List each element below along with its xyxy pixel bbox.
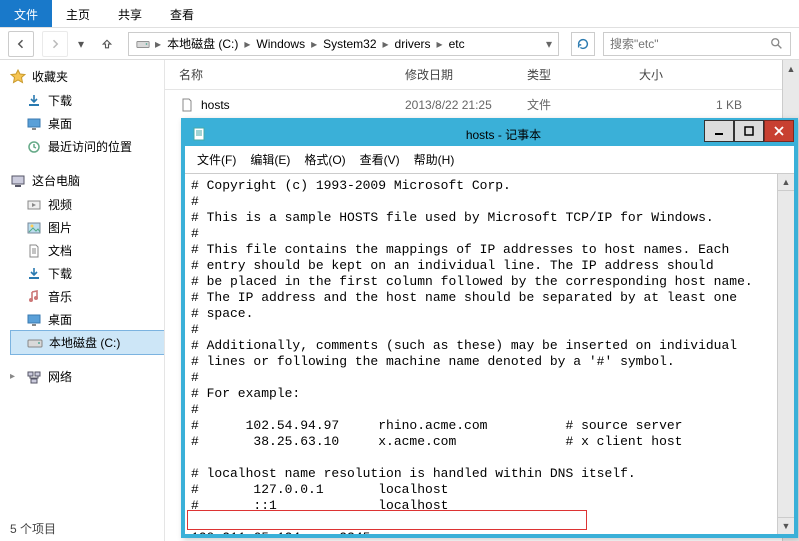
column-headers[interactable]: 名称 修改日期 类型 大小 [165, 60, 782, 90]
sidebar-item-drive-c[interactable]: 本地磁盘 (C:) [10, 330, 164, 355]
chevron-right-icon: ▸ [10, 371, 20, 382]
music-icon [26, 289, 42, 305]
ribbon-tabs: 文件 主页 共享 查看 [0, 0, 799, 28]
breadcrumb-dropdown[interactable]: ▾ [546, 37, 552, 51]
video-icon [26, 197, 42, 213]
menu-edit[interactable]: 编辑(E) [244, 149, 296, 170]
documents-icon [26, 243, 42, 259]
minimize-button[interactable] [704, 120, 734, 142]
download-icon [26, 266, 42, 282]
desktop-icon [26, 116, 42, 132]
menu-view[interactable]: 查看(V) [354, 149, 406, 170]
menu-help[interactable]: 帮助(H) [408, 149, 461, 170]
notepad-menubar: 文件(F) 编辑(E) 格式(O) 查看(V) 帮助(H) [185, 146, 794, 174]
breadcrumb-part[interactable]: 本地磁盘 (C:) [165, 33, 240, 54]
sidebar-item-documents[interactable]: 文档 [10, 239, 164, 262]
breadcrumb-part[interactable]: System32 [321, 35, 378, 53]
file-size: 1 KB [639, 98, 782, 112]
file-type: 文件 [527, 96, 639, 113]
sidebar-item-pictures[interactable]: 图片 [10, 216, 164, 239]
pictures-icon [26, 220, 42, 236]
chevron-right-icon: ▸ [383, 37, 389, 51]
notepad-titlebar[interactable]: hosts - 记事本 [185, 122, 794, 146]
sidebar-item-label: 最近访问的位置 [48, 138, 132, 155]
sidebar-item-desktop[interactable]: 桌面 [10, 112, 164, 135]
sidebar-item-label: 下载 [48, 92, 72, 109]
file-date: 2013/8/22 21:25 [405, 98, 527, 112]
sidebar-item-label: 音乐 [48, 288, 72, 305]
recent-icon [26, 139, 42, 155]
network-group[interactable]: ▸ 网络 [10, 368, 164, 385]
nav-history-dropdown[interactable]: ▾ [76, 37, 86, 51]
notepad-icon [191, 126, 207, 142]
sidebar-item-music[interactable]: 音乐 [10, 285, 164, 308]
desktop-icon [26, 312, 42, 328]
sidebar-item-label: 视频 [48, 196, 72, 213]
network-icon [26, 369, 42, 385]
scroll-up-icon[interactable]: ▲ [783, 60, 799, 77]
sidebar-item-downloads2[interactable]: 下载 [10, 262, 164, 285]
download-icon [26, 93, 42, 109]
scroll-down-icon[interactable]: ▼ [778, 517, 794, 534]
thispc-group[interactable]: 这台电脑 [10, 172, 164, 189]
sidebar-item-label: 本地磁盘 (C:) [49, 334, 120, 351]
file-icon [179, 97, 195, 113]
sidebar-item-desktop2[interactable]: 桌面 [10, 308, 164, 331]
chevron-right-icon: ▸ [311, 37, 317, 51]
notepad-body: # Copyright (c) 1993-2009 Microsoft Corp… [185, 174, 794, 534]
nav-forward[interactable] [42, 31, 68, 57]
breadcrumb-part[interactable]: Windows [254, 35, 307, 53]
breadcrumb-part[interactable]: etc [447, 35, 467, 53]
chevron-right-icon: ▸ [437, 37, 443, 51]
notepad-scrollbar[interactable]: ▲ ▼ [777, 174, 794, 534]
chevron-right-icon: ▸ [155, 37, 161, 51]
tab-home[interactable]: 主页 [52, 0, 104, 27]
sidebar-item-downloads[interactable]: 下载 [10, 89, 164, 112]
file-row[interactable]: hosts 2013/8/22 21:25 文件 1 KB [165, 90, 782, 119]
menu-format[interactable]: 格式(O) [298, 149, 351, 170]
favorites-group[interactable]: 收藏夹 [10, 68, 164, 85]
col-name[interactable]: 名称 [179, 66, 405, 83]
refresh-button[interactable] [571, 32, 595, 56]
sidebar-item-videos[interactable]: 视频 [10, 193, 164, 216]
sidebar-item-label: 桌面 [48, 115, 72, 132]
file-name: hosts [201, 98, 230, 112]
maximize-button[interactable] [734, 120, 764, 142]
sidebar-item-label: 下载 [48, 265, 72, 282]
nav-back[interactable] [8, 31, 34, 57]
search-icon [770, 37, 784, 51]
search-box[interactable] [603, 32, 791, 56]
nav-up[interactable] [94, 31, 120, 57]
navbar: ▾ ▸ 本地磁盘 (C:) ▸ Windows ▸ System32 ▸ dri… [0, 28, 799, 60]
col-size[interactable]: 大小 [639, 66, 782, 83]
breadcrumb[interactable]: ▸ 本地磁盘 (C:) ▸ Windows ▸ System32 ▸ drive… [128, 32, 559, 56]
sidebar-item-label: 桌面 [48, 311, 72, 328]
status-bar: 5 个项目 [10, 520, 56, 537]
tab-file[interactable]: 文件 [0, 0, 52, 27]
notepad-window: hosts - 记事本 文件(F) 编辑(E) 格式(O) 查看(V) 帮助(H… [181, 118, 798, 538]
col-type[interactable]: 类型 [527, 66, 639, 83]
favorites-label: 收藏夹 [32, 68, 68, 85]
menu-file[interactable]: 文件(F) [191, 149, 242, 170]
drive-icon [27, 335, 43, 351]
breadcrumb-part[interactable]: drivers [393, 35, 433, 53]
chevron-right-icon: ▸ [244, 37, 250, 51]
sidebar-item-label: 文档 [48, 242, 72, 259]
sidebar: 收藏夹 下载 桌面 最近访问的位置 这台电脑 [0, 60, 165, 541]
search-input[interactable] [610, 37, 766, 51]
drive-icon [135, 37, 151, 51]
scroll-up-icon[interactable]: ▲ [778, 174, 794, 191]
thispc-label: 这台电脑 [32, 172, 80, 189]
star-icon [10, 69, 26, 85]
sidebar-item-recent[interactable]: 最近访问的位置 [10, 135, 164, 158]
computer-icon [10, 173, 26, 189]
tab-share[interactable]: 共享 [104, 0, 156, 27]
close-button[interactable] [764, 120, 794, 142]
col-date[interactable]: 修改日期 [405, 66, 527, 83]
network-label: 网络 [48, 368, 72, 385]
tab-view[interactable]: 查看 [156, 0, 208, 27]
notepad-textarea[interactable]: # Copyright (c) 1993-2009 Microsoft Corp… [185, 174, 777, 534]
sidebar-item-label: 图片 [48, 219, 72, 236]
